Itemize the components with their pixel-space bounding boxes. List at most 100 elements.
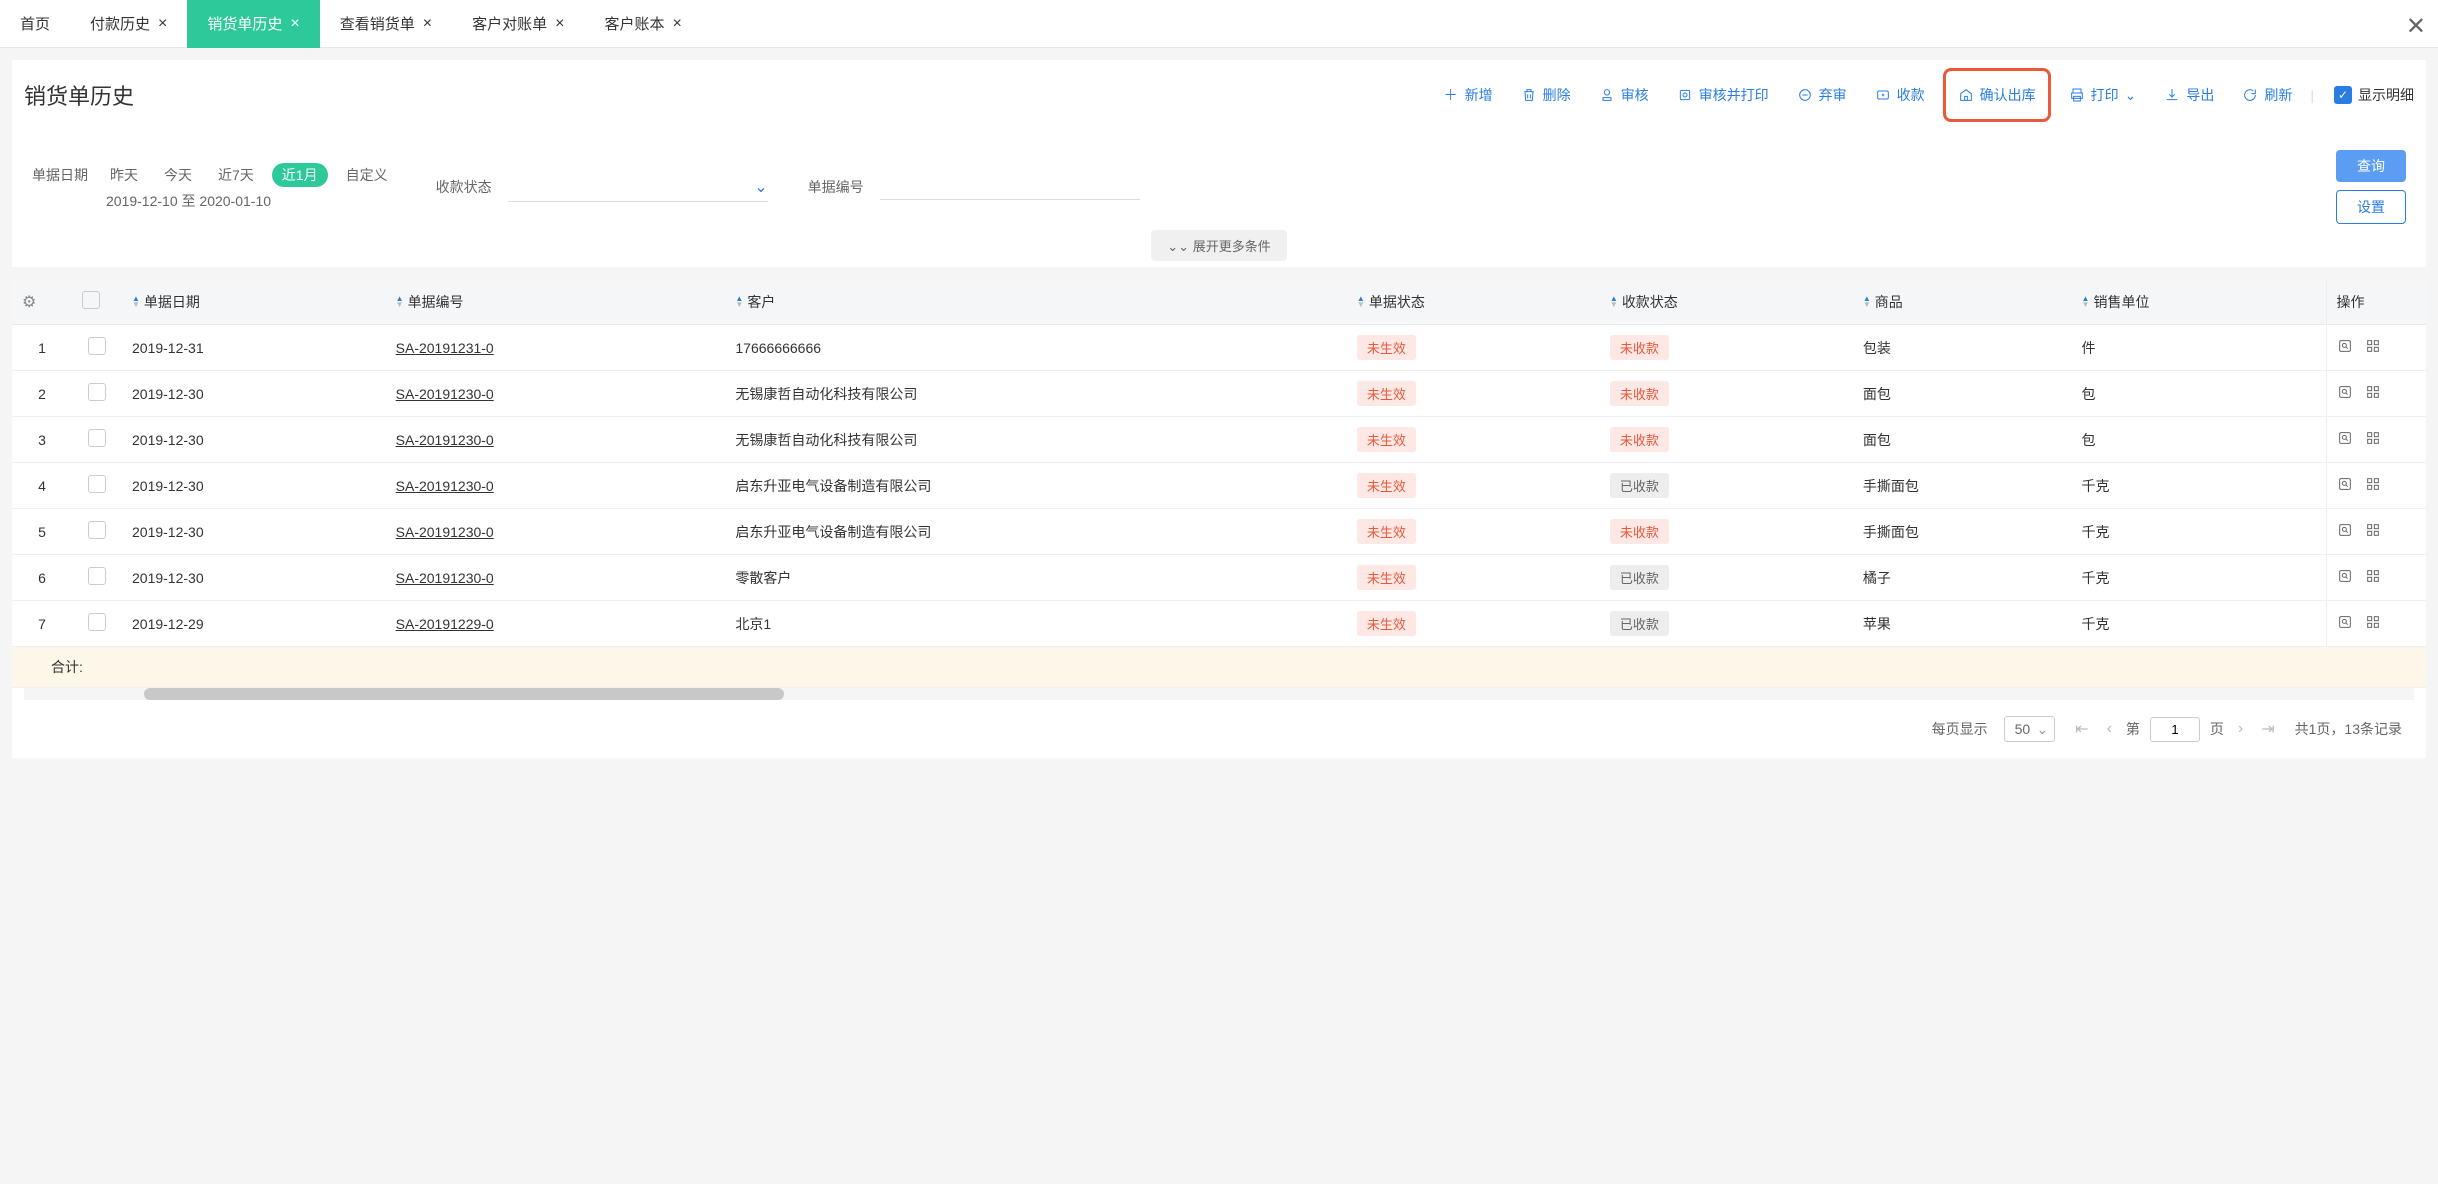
view-icon[interactable] — [2337, 384, 2353, 403]
doc-no-link[interactable]: SA-20191231-0 — [396, 340, 494, 356]
checkbox-checked-icon: ✓ — [2334, 86, 2352, 104]
row-checkbox[interactable] — [88, 567, 106, 585]
row-checkbox[interactable] — [88, 429, 106, 447]
close-icon[interactable]: × — [158, 15, 167, 33]
view-icon[interactable] — [2337, 338, 2353, 357]
delete-button[interactable]: 删除 — [1511, 79, 1581, 111]
print-button[interactable]: 打印⌄ — [2059, 79, 2147, 111]
tab-付款历史[interactable]: 付款历史× — [70, 0, 187, 48]
doc-no-link[interactable]: SA-20191230-0 — [396, 570, 494, 586]
more-icon[interactable] — [2365, 522, 2381, 541]
close-icon[interactable]: × — [672, 15, 681, 33]
settings-button[interactable]: 设置 — [2336, 190, 2406, 224]
pay-status-badge: 未收款 — [1610, 335, 1669, 360]
th-customer[interactable]: ▲▼客户 — [735, 292, 1337, 312]
refresh-button[interactable]: 刷新 — [2232, 79, 2302, 111]
date-preset-今天[interactable]: 今天 — [156, 163, 200, 187]
scrollbar-thumb[interactable] — [144, 688, 784, 700]
row-checkbox[interactable] — [88, 337, 106, 355]
stamp-print-icon — [1677, 87, 1693, 103]
tab-label: 查看销货单 — [340, 13, 415, 34]
cell-unit: 件 — [2072, 325, 2326, 371]
doc-no-link[interactable]: SA-20191230-0 — [396, 478, 494, 494]
close-all-icon[interactable]: ✕ — [2406, 12, 2426, 41]
query-button[interactable]: 查询 — [2336, 150, 2406, 182]
per-page-select[interactable]: 50 ⌄ — [2004, 716, 2056, 742]
th-pay-status[interactable]: ▲▼收款状态 — [1610, 292, 1843, 312]
select-all-checkbox[interactable] — [82, 291, 100, 309]
more-icon[interactable] — [2365, 338, 2381, 357]
audit-button[interactable]: 审核 — [1589, 79, 1659, 111]
gear-icon[interactable]: ⚙ — [22, 294, 36, 311]
th-action: 操作 — [2337, 294, 2365, 310]
th-docno[interactable]: ▲▼单据编号 — [396, 292, 716, 312]
th-product[interactable]: ▲▼商品 — [1863, 292, 2062, 312]
expand-more-button[interactable]: ⌄⌄ 展开更多条件 — [1151, 230, 1286, 261]
more-icon[interactable] — [2365, 476, 2381, 495]
chevron-down-icon: ⌄ — [2125, 87, 2137, 104]
pay-status-select[interactable]: ⌄ — [508, 173, 768, 202]
date-preset-昨天[interactable]: 昨天 — [102, 163, 146, 187]
prev-page-button[interactable]: ‹ — [2103, 720, 2116, 738]
more-icon[interactable] — [2365, 384, 2381, 403]
summary-row: 合计: — [12, 647, 2426, 688]
date-sep: 至 — [182, 193, 196, 209]
more-icon[interactable] — [2365, 614, 2381, 633]
audit-print-button[interactable]: 审核并打印 — [1667, 79, 1779, 111]
view-icon[interactable] — [2337, 476, 2353, 495]
pay-status-input[interactable] — [508, 179, 755, 195]
doc-status-badge: 未生效 — [1357, 381, 1416, 406]
money-icon — [1875, 87, 1891, 103]
page-input[interactable] — [2150, 717, 2200, 742]
date-preset-自定义[interactable]: 自定义 — [338, 163, 396, 187]
tab-销货单历史[interactable]: 销货单历史× — [187, 0, 319, 48]
first-page-button[interactable]: ⇤ — [2071, 719, 2092, 739]
doc-no-input-wrap[interactable] — [880, 175, 1140, 200]
last-page-button[interactable]: ⇥ — [2257, 719, 2278, 739]
tab-客户对账单[interactable]: 客户对账单× — [452, 0, 584, 48]
show-detail-toggle[interactable]: ✓ 显示明细 — [2334, 85, 2414, 105]
date-preset-近7天[interactable]: 近7天 — [210, 163, 262, 187]
more-icon[interactable] — [2365, 430, 2381, 449]
th-unit[interactable]: ▲▼销售单位 — [2082, 292, 2316, 312]
th-date[interactable]: ▲▼单据日期 — [132, 292, 376, 312]
receipt-label: 收款 — [1897, 85, 1925, 105]
th-doc-status[interactable]: ▲▼单据状态 — [1357, 292, 1590, 312]
cell-customer: 零散客户 — [725, 555, 1347, 601]
date-preset-近1月[interactable]: 近1月 — [272, 163, 328, 187]
pay-status-badge: 已收款 — [1610, 611, 1669, 636]
view-icon[interactable] — [2337, 522, 2353, 541]
add-button[interactable]: ＋新增 — [1433, 79, 1503, 111]
unaudit-button[interactable]: 弃审 — [1787, 79, 1857, 111]
row-checkbox[interactable] — [88, 475, 106, 493]
tab-首页[interactable]: 首页 — [0, 0, 70, 48]
row-checkbox[interactable] — [88, 521, 106, 539]
tab-客户账本[interactable]: 客户账本 × — [584, 0, 701, 48]
doc-no-link[interactable]: SA-20191230-0 — [396, 432, 494, 448]
close-icon[interactable]: × — [555, 15, 564, 33]
close-icon[interactable]: × — [423, 15, 432, 33]
summary-label: 合计: — [12, 647, 122, 688]
view-icon[interactable] — [2337, 614, 2353, 633]
doc-no-link[interactable]: SA-20191230-0 — [396, 524, 494, 540]
table-row: 12019-12-31SA-20191231-017666666666未生效未收… — [12, 325, 2426, 371]
row-checkbox[interactable] — [88, 383, 106, 401]
next-page-button[interactable]: › — [2234, 720, 2247, 738]
doc-no-link[interactable]: SA-20191230-0 — [396, 386, 494, 402]
tab-查看销货单[interactable]: 查看销货单 × — [320, 0, 452, 48]
view-icon[interactable] — [2337, 430, 2353, 449]
row-checkbox[interactable] — [88, 613, 106, 631]
close-icon[interactable]: × — [290, 15, 299, 33]
doc-no-input[interactable] — [880, 179, 1140, 195]
more-icon[interactable] — [2365, 568, 2381, 587]
add-label: 新增 — [1465, 85, 1493, 105]
pay-status-badge: 已收款 — [1610, 565, 1669, 590]
export-button[interactable]: 导出 — [2154, 79, 2224, 111]
view-icon[interactable] — [2337, 568, 2353, 587]
horizontal-scrollbar[interactable] — [24, 688, 2414, 700]
doc-no-link[interactable]: SA-20191229-0 — [396, 616, 494, 632]
tab-label: 客户账本 — [604, 13, 664, 34]
receipt-button[interactable]: 收款 — [1865, 79, 1935, 111]
confirm-out-label: 确认出库 — [1980, 85, 2036, 105]
confirm-outbound-button[interactable]: 确认出库 — [1943, 68, 2051, 122]
